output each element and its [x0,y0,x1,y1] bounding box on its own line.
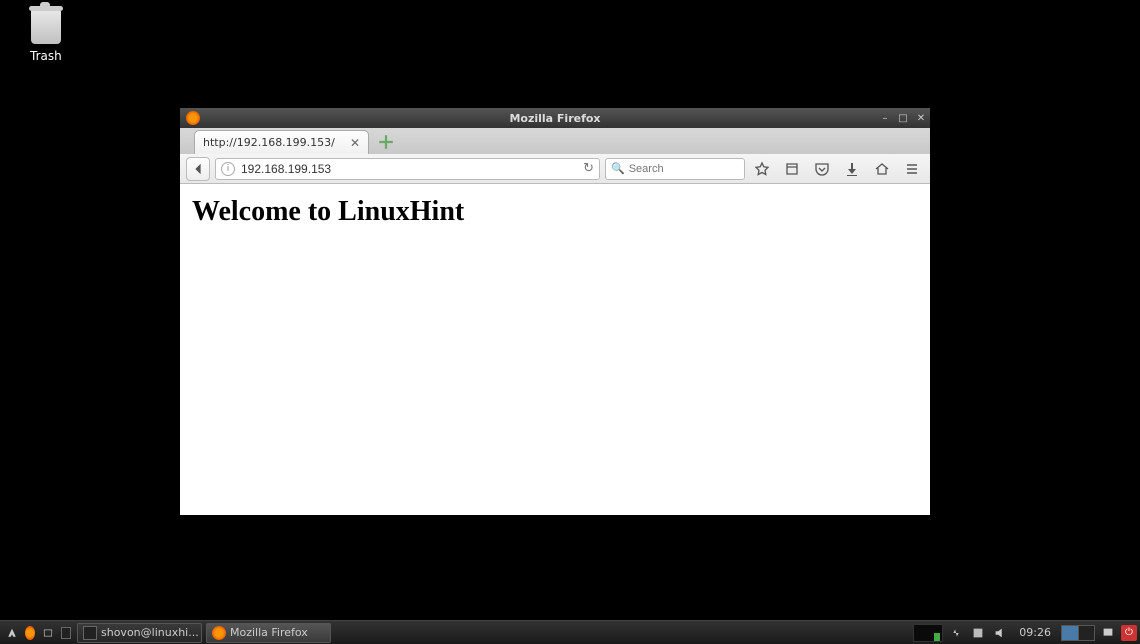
arch-menu-button[interactable] [3,623,21,643]
navigation-toolbar: i ↻ 🔍 [180,154,930,184]
taskbar-item-label: shovon@linuxhi... [101,626,199,639]
trash-label: Trash [30,49,62,63]
window-titlebar[interactable]: Mozilla Firefox – □ ✕ [180,108,930,128]
trash-icon [31,10,61,44]
taskbar-item-terminal[interactable]: shovon@linuxhi... [77,623,202,643]
cpu-monitor-icon[interactable] [913,624,943,642]
terminal-launcher[interactable] [57,623,75,643]
show-desktop-button[interactable] [39,623,57,643]
taskbar-item-firefox[interactable]: Mozilla Firefox [206,623,331,643]
system-tray: 09:26 ⏻ [913,623,1137,643]
tab-close-icon[interactable]: ✕ [350,136,360,150]
new-tab-button[interactable] [377,133,395,151]
volume-tray-icon[interactable] [991,623,1009,643]
home-button[interactable] [870,157,894,181]
terminal-icon [61,627,71,639]
firefox-icon [25,626,35,640]
page-heading: Welcome to LinuxHint [192,196,918,228]
tab-bar: http://192.168.199.153/ ✕ [180,128,930,154]
page-content: Welcome to LinuxHint [180,184,930,515]
site-info-icon[interactable]: i [221,162,235,176]
terminal-icon [83,626,97,640]
search-bar[interactable]: 🔍 [605,158,745,180]
network-tray-icon[interactable] [947,623,965,643]
bookmark-star-button[interactable] [750,157,774,181]
removable-media-icon[interactable] [969,623,987,643]
pocket-button[interactable] [810,157,834,181]
workspace-switcher[interactable] [1061,625,1095,641]
firefox-window: Mozilla Firefox – □ ✕ http://192.168.199… [180,108,930,515]
power-button[interactable]: ⏻ [1121,625,1137,641]
taskbar-item-label: Mozilla Firefox [230,626,308,639]
minimize-button[interactable]: – [877,110,893,126]
downloads-button[interactable] [840,157,864,181]
url-input[interactable] [241,162,583,176]
firefox-icon [212,626,226,640]
firefox-logo-icon [186,111,200,125]
search-icon: 🔍 [611,162,625,175]
tab-title: http://192.168.199.153/ [203,136,346,149]
window-title: Mozilla Firefox [180,112,930,125]
taskbar: shovon@linuxhi... Mozilla Firefox 09:26 … [0,620,1140,644]
notification-tray-icon[interactable] [1099,623,1117,643]
menu-button[interactable] [900,157,924,181]
firefox-launcher[interactable] [21,623,39,643]
close-button[interactable]: ✕ [913,110,929,126]
reload-button[interactable]: ↻ [583,161,594,176]
url-bar[interactable]: i ↻ [215,158,600,180]
trash-desktop-icon[interactable]: Trash [30,10,62,63]
clock[interactable]: 09:26 [1013,626,1057,639]
library-button[interactable] [780,157,804,181]
maximize-button[interactable]: □ [895,110,911,126]
back-button[interactable] [186,157,210,181]
browser-tab[interactable]: http://192.168.199.153/ ✕ [194,130,369,154]
